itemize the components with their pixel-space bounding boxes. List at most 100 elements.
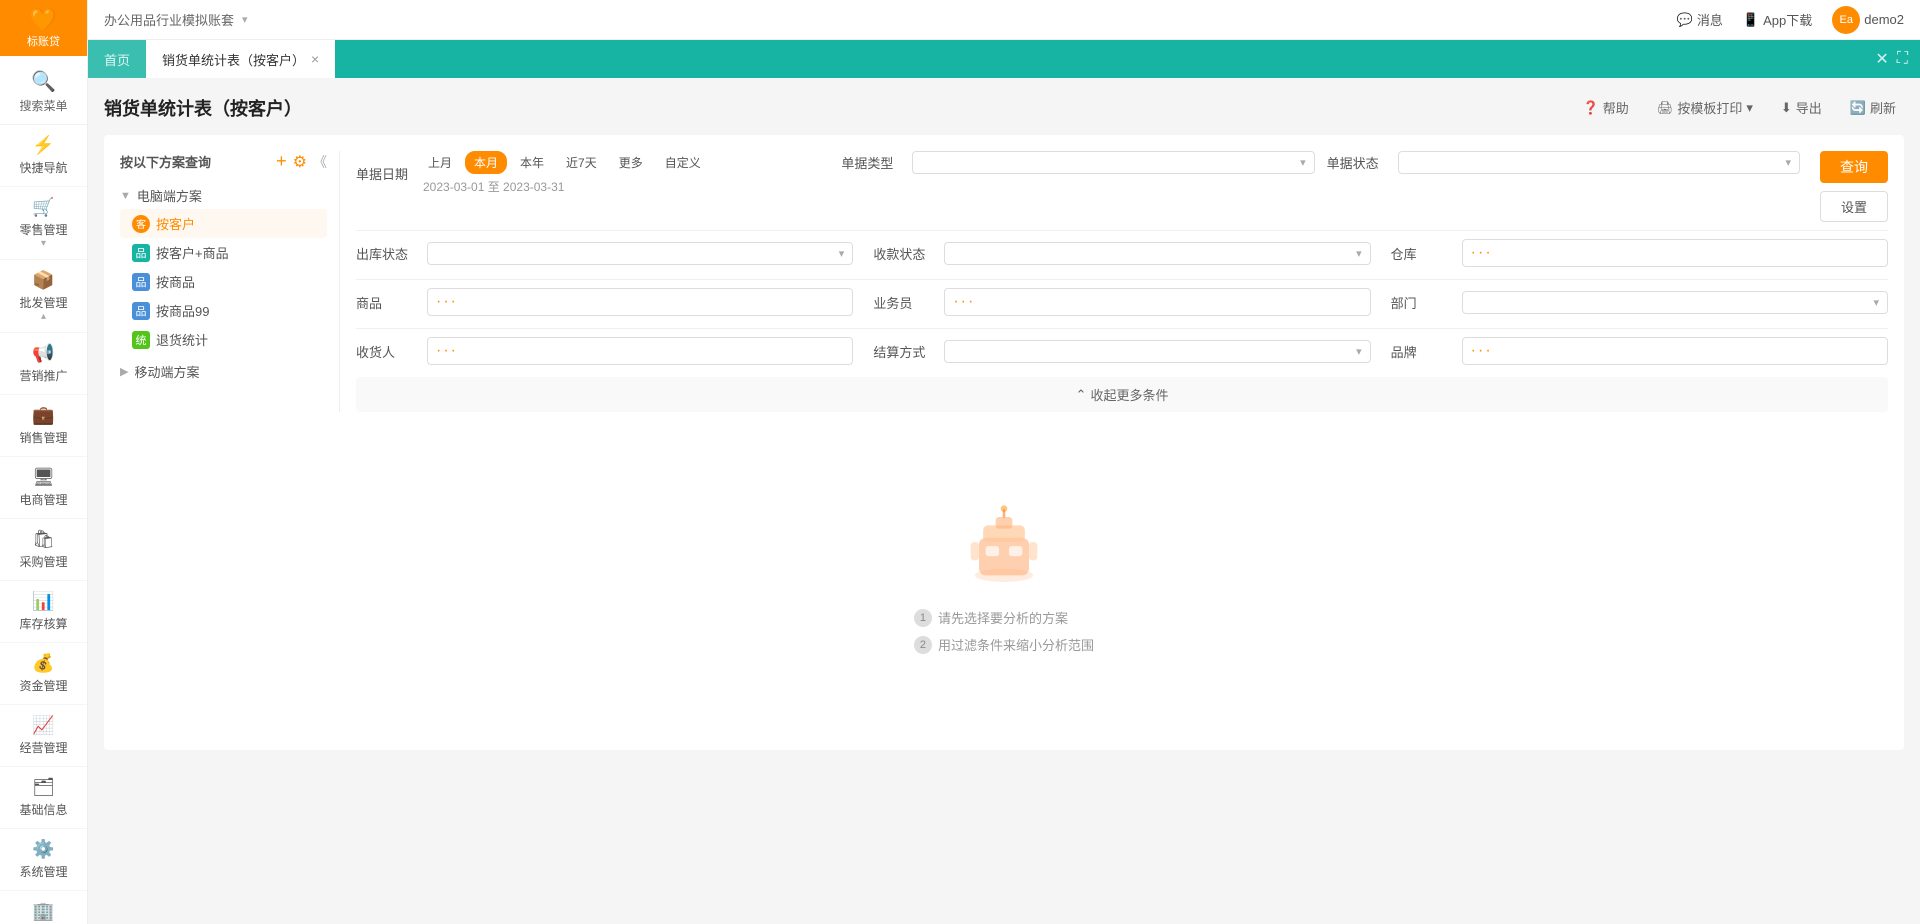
filter-row-4: 收货人 ··· 结算方式 ▾ — [356, 337, 1888, 365]
sidebar-item-inventory[interactable]: 📊 库存核算 — [0, 581, 87, 643]
content-card: 按以下方案查询 + ⚙ 《 ▼ 电脑端方案 — [104, 135, 1904, 750]
filter-salesperson: 业务员 ··· — [873, 288, 1370, 316]
warehouse-dots: ··· — [1471, 244, 1493, 262]
sidebar-item-operation[interactable]: 📈 经营管理 — [0, 705, 87, 767]
payment-method-arrow: ▾ — [1356, 345, 1362, 358]
basic-label: 基础信息 — [19, 801, 67, 818]
warehouse-select[interactable]: ··· — [1462, 239, 1888, 267]
scheme-collapse-btn[interactable]: 《 — [313, 152, 327, 172]
group-desktop-label: 电脑端方案 — [137, 186, 202, 205]
hint-2: 2 用过滤条件来缩小分析范围 — [914, 635, 1094, 654]
marketing-icon: 📢 — [32, 343, 54, 364]
page-content: 销货单统计表（按客户） ❓ 帮助 🖨 按模板打印 ▾ ⬇ 导出 🔄 刷新 — [88, 78, 1920, 924]
page-actions: ❓ 帮助 🖨 按模板打印 ▾ ⬇ 导出 🔄 刷新 — [1575, 94, 1904, 121]
marketing-label: 营销推广 — [19, 367, 67, 384]
scheme-add-btn[interactable]: + — [276, 151, 287, 172]
sidebar-item-basic[interactable]: 🗂 基础信息 — [0, 767, 87, 829]
sidebar-item-wholesale[interactable]: 📦 批发管理 ▴ — [0, 260, 87, 333]
tab-sales-stats[interactable]: 销货单统计表（按客户） × — [146, 40, 335, 78]
sidebar-item-purchase[interactable]: 🛍 采购管理 — [0, 519, 87, 581]
sidebar: 🧡 标账贷 🔍 搜索菜单 ⚡ 快捷导航 🛒 零售管理 ▾ 📦 批发管理 ▴ 📢 … — [0, 0, 88, 924]
date-btn-last-7[interactable]: 近7天 — [557, 151, 606, 174]
scheme-item-by-customer-goods[interactable]: 品 按客户+商品 — [120, 238, 327, 267]
close-window-icon[interactable]: ✕ — [1875, 49, 1888, 69]
query-btn[interactable]: 查询 — [1820, 151, 1888, 183]
scheme-item-by-customer[interactable]: 客 按客户 — [120, 209, 327, 238]
filter-warehouse: 仓库 ··· — [1391, 239, 1888, 267]
scheme-item-by-goods[interactable]: 品 按商品 — [120, 267, 327, 296]
scheme-group-desktop-title[interactable]: ▼ 电脑端方案 — [120, 182, 327, 209]
sidebar-item-quick-nav[interactable]: ⚡ 快捷导航 — [0, 125, 87, 187]
department-select[interactable]: ▾ — [1462, 291, 1888, 314]
sidebar-item-enterprise[interactable]: 🏢 企业协同 — [0, 891, 87, 924]
user-profile[interactable]: Ea demo2 — [1832, 6, 1904, 34]
doc-type-label: 单据类型 — [841, 153, 896, 172]
filter-payment-method: 结算方式 ▾ — [873, 340, 1370, 363]
hint-1: 1 请先选择要分析的方案 — [914, 608, 1094, 627]
out-status-arrow: ▾ — [839, 247, 845, 260]
sidebar-item-system[interactable]: ⚙️ 系统管理 — [0, 829, 87, 891]
filter-date-section: 单据日期 上月 本月 本年 近7天 更多 自定义 2023-03-01 至 20… — [356, 151, 829, 207]
date-btn-this-year[interactable]: 本年 — [511, 151, 553, 174]
mobile-group-arrow: ▶ — [120, 365, 128, 378]
print-btn[interactable]: 🖨 按模板打印 ▾ — [1649, 94, 1761, 121]
date-label: 单据日期 — [356, 164, 411, 183]
doc-status-label: 单据状态 — [1327, 153, 1382, 172]
doc-type-select[interactable]: ▾ — [912, 151, 1314, 174]
date-btn-more[interactable]: 更多 — [610, 151, 652, 174]
date-btn-this-month[interactable]: 本月 — [465, 151, 507, 174]
date-btn-last-month[interactable]: 上月 — [419, 151, 461, 174]
print-dropdown-arrow[interactable]: ▾ — [1746, 100, 1753, 116]
sidebar-item-retail[interactable]: 🛒 零售管理 ▾ — [0, 187, 87, 260]
doc-type-arrow: ▾ — [1300, 156, 1306, 169]
message-btn[interactable]: 💬 消息 — [1677, 10, 1723, 29]
payment-method-select[interactable]: ▾ — [944, 340, 1370, 363]
empty-state: 1 请先选择要分析的方案 2 用过滤条件来缩小分析范围 — [120, 412, 1888, 734]
salesperson-dots: ··· — [953, 293, 975, 311]
refresh-btn[interactable]: 🔄 刷新 — [1842, 94, 1904, 121]
sidebar-item-marketing[interactable]: 📢 营销推广 — [0, 333, 87, 395]
scheme-settings-btn[interactable]: ⚙ — [293, 152, 307, 172]
doc-status-select[interactable]: ▾ — [1398, 151, 1800, 174]
tab-close-btn[interactable]: × — [311, 51, 319, 67]
sidebar-item-ecommerce[interactable]: 🖥 电商管理 — [0, 457, 87, 519]
tab-home[interactable]: 首页 — [88, 40, 146, 78]
receipt-status-select[interactable]: ▾ — [944, 242, 1370, 265]
hint-text-2: 用过滤条件来缩小分析范围 — [938, 635, 1094, 654]
filter-department: 部门 ▾ — [1391, 291, 1888, 314]
filter-row-3: 商品 ··· 业务员 ··· — [356, 288, 1888, 316]
settings-btn[interactable]: 设置 — [1820, 191, 1888, 222]
consignee-select[interactable]: ··· — [427, 337, 853, 365]
date-btn-custom[interactable]: 自定义 — [656, 151, 710, 174]
hint-num-1: 1 — [914, 609, 932, 627]
goods-select[interactable]: ··· — [427, 288, 853, 316]
maximize-window-icon[interactable]: ⛶ — [1897, 50, 1908, 68]
page-title: 销货单统计表（按客户） — [104, 95, 302, 121]
collapse-label: 收起更多条件 — [1090, 385, 1168, 404]
export-btn[interactable]: ⬇ 导出 — [1773, 94, 1830, 121]
system-label: 系统管理 — [19, 863, 67, 880]
salesperson-select[interactable]: ··· — [944, 288, 1370, 316]
collapse-bar[interactable]: ⌃ 收起更多条件 — [356, 377, 1888, 412]
scheme-icon-refund: 统 — [132, 331, 150, 349]
industry-dropdown-arrow[interactable]: ▾ — [242, 13, 248, 26]
department-arrow: ▾ — [1873, 296, 1879, 309]
scheme-group-mobile-title[interactable]: ▶ 移动端方案 — [120, 358, 327, 385]
sidebar-search-section[interactable]: 🔍 搜索菜单 — [0, 56, 87, 125]
out-status-select[interactable]: ▾ — [427, 242, 853, 265]
filter-goods: 商品 ··· — [356, 288, 853, 316]
scheme-panel-title: 按以下方案查询 — [120, 152, 211, 171]
scheme-icon-customer-goods: 品 — [132, 244, 150, 262]
sidebar-item-finance[interactable]: 💰 资金管理 — [0, 643, 87, 705]
export-icon: ⬇ — [1781, 100, 1792, 116]
group-arrow-down: ▼ — [120, 190, 131, 202]
app-download-btn[interactable]: 📱 App下载 — [1743, 10, 1812, 29]
app-logo: 🧡 标账贷 — [0, 0, 88, 56]
filter-doc-type-section: 单据类型 ▾ — [841, 151, 1314, 174]
sales-label: 销售管理 — [19, 429, 67, 446]
brand-select[interactable]: ··· — [1462, 337, 1888, 365]
help-btn[interactable]: ❓ 帮助 — [1575, 94, 1637, 121]
sidebar-item-sales[interactable]: 💼 销售管理 — [0, 395, 87, 457]
scheme-item-refund-stats[interactable]: 统 退货统计 — [120, 325, 327, 354]
scheme-item-by-goods-99[interactable]: 品 按商品99 — [120, 296, 327, 325]
